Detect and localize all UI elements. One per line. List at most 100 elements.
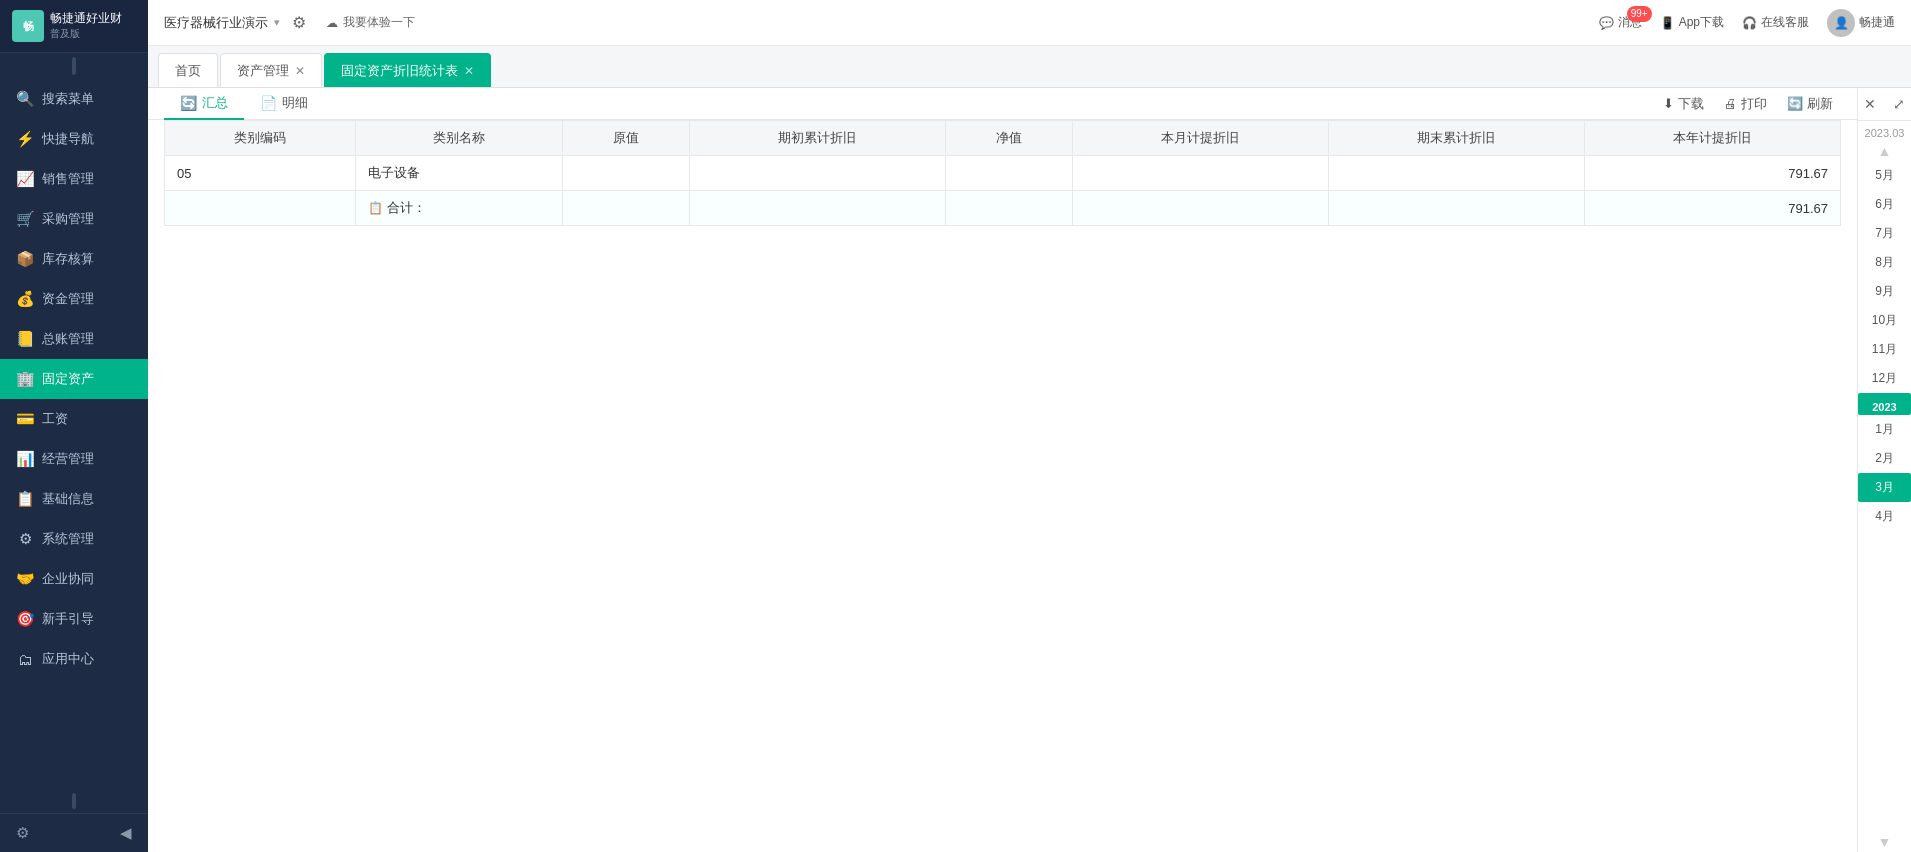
sidebar-item-ledger[interactable]: 📒 总账管理 — [0, 319, 148, 359]
subtotal-code — [165, 191, 356, 226]
sidebar-label-funds: 资金管理 — [42, 290, 94, 308]
collapse-icon[interactable]: ◀ — [120, 824, 132, 842]
funds-icon: 💰 — [16, 290, 34, 308]
subtotal-annual-dep: 791.67 — [1584, 191, 1840, 226]
subtab-toolbar-row: 🔄 汇总 📄 明细 ⬇ 下载 🖨 打印 — [148, 88, 1857, 120]
company-selector[interactable]: 医疗器械行业演示 ▾ — [164, 14, 280, 32]
tab-home-label: 首页 — [175, 62, 201, 80]
sidebar-item-sales[interactable]: 📈 销售管理 — [0, 159, 148, 199]
sidebar-label-guide: 新手引导 — [42, 610, 94, 628]
tab-depreciation-close[interactable]: ✕ — [464, 64, 474, 78]
sidebar-item-fixed-assets[interactable]: 🏢 固定资产 — [0, 359, 148, 399]
sidebar-item-basic-info[interactable]: 📋 基础信息 — [0, 479, 148, 519]
sidebar-menu: ⚡ 快捷导航 📈 销售管理 🛒 采购管理 📦 库存核算 💰 资金管理 📒 总账管… — [0, 119, 148, 789]
sidebar-item-sys-mgmt[interactable]: ⚙ 系统管理 — [0, 519, 148, 559]
tab-home[interactable]: 首页 — [158, 53, 218, 87]
print-button[interactable]: 🖨 打印 — [1716, 91, 1775, 117]
date-item-2023-3[interactable]: 3月 — [1858, 473, 1911, 502]
subtotal-text: 合计： — [387, 199, 426, 217]
row-beginning-dep — [689, 156, 945, 191]
enterprise-icon: 🤝 — [16, 570, 34, 588]
date-scroll-down-arrow[interactable]: ▼ — [1878, 832, 1892, 852]
app-download-icon: 📱 — [1660, 16, 1675, 30]
date-item-11[interactable]: 11月 — [1858, 335, 1911, 364]
basic-info-icon: 📋 — [16, 490, 34, 508]
table-wrapper: 类别编码 类别名称 原值 期初累计折旧 净值 本月计提折旧 期末累计折旧 本年计… — [148, 120, 1857, 852]
tab-depreciation[interactable]: 固定资产折旧统计表 ✕ — [324, 53, 491, 87]
experience-button[interactable]: ☁ 我要体验一下 — [326, 14, 415, 31]
sidebar-label-app-center: 应用中心 — [42, 650, 94, 668]
date-item-2023-4[interactable]: 4月 — [1858, 502, 1911, 531]
user-menu[interactable]: 👤 畅捷通 — [1827, 9, 1895, 37]
sidebar-item-purchase[interactable]: 🛒 采购管理 — [0, 199, 148, 239]
main-panel: 🔄 汇总 📄 明细 ⬇ 下载 🖨 打印 — [148, 88, 1857, 852]
download-label: 下载 — [1678, 95, 1704, 113]
topbar-settings-icon[interactable]: ⚙ — [292, 13, 306, 32]
table-row: 05 电子设备 791.67 — [165, 156, 1841, 191]
sidebar-item-guide[interactable]: 🎯 新手引导 — [0, 599, 148, 639]
subtab-detail[interactable]: 📄 明细 — [244, 88, 324, 120]
sidebar-logo-text: 畅捷通好业财 普及版 — [50, 11, 122, 41]
date-item-10[interactable]: 10月 — [1858, 306, 1911, 335]
date-item-2023-1[interactable]: 1月 — [1858, 415, 1911, 444]
guide-icon: 🎯 — [16, 610, 34, 628]
sidebar-search[interactable]: 🔍 搜索菜单 — [0, 79, 148, 119]
fixed-assets-icon: 🏢 — [16, 370, 34, 388]
messages-button[interactable]: 💬 消息 99+ — [1599, 14, 1642, 31]
sidebar-item-inventory[interactable]: 📦 库存核算 — [0, 239, 148, 279]
sidebar-item-salary[interactable]: 💳 工资 — [0, 399, 148, 439]
col-header-original-value: 原值 — [562, 121, 689, 156]
sidebar-label-salary: 工资 — [42, 410, 68, 428]
sidebar-label-quick-nav: 快捷导航 — [42, 130, 94, 148]
settings-icon[interactable]: ⚙ — [16, 824, 29, 842]
row-monthly-dep — [1072, 156, 1328, 191]
company-dropdown-arrow: ▾ — [274, 16, 280, 29]
sidebar-scrollbar-bottom — [72, 793, 76, 809]
sidebar-label-operations: 经营管理 — [42, 450, 94, 468]
messages-badge: 99+ — [1627, 6, 1652, 22]
date-item-12[interactable]: 12月 — [1858, 364, 1911, 393]
col-header-code: 类别编码 — [165, 121, 356, 156]
tab-asset-mgmt[interactable]: 资产管理 ✕ — [220, 53, 322, 87]
col-header-ending-dep: 期末累计折旧 — [1328, 121, 1584, 156]
col-header-annual-dep: 本年计提折旧 — [1584, 121, 1840, 156]
date-item-5[interactable]: 5月 — [1858, 161, 1911, 190]
date-item-9[interactable]: 9月 — [1858, 277, 1911, 306]
inventory-icon: 📦 — [16, 250, 34, 268]
date-item-2023-2[interactable]: 2月 — [1858, 444, 1911, 473]
refresh-button[interactable]: 🔄 刷新 — [1779, 91, 1841, 117]
app-title: 畅捷通好业财 — [50, 11, 122, 27]
sidebar-scrollbar-thumb — [72, 57, 76, 75]
headset-icon: 🎧 — [1742, 16, 1757, 30]
row-original-value — [562, 156, 689, 191]
sidebar-item-funds[interactable]: 💰 资金管理 — [0, 279, 148, 319]
sidebar-item-app-center[interactable]: 🗂 应用中心 — [0, 639, 148, 679]
sidebar-item-enterprise[interactable]: 🤝 企业协同 — [0, 559, 148, 599]
sidebar-label-enterprise: 企业协同 — [42, 570, 94, 588]
search-label: 搜索菜单 — [42, 90, 94, 108]
subtab-summary[interactable]: 🔄 汇总 — [164, 88, 244, 120]
content-area: 🔄 汇总 📄 明细 ⬇ 下载 🖨 打印 — [148, 88, 1911, 852]
sidebar-item-operations[interactable]: 📊 经营管理 — [0, 439, 148, 479]
app-logo-icon: 畅 — [12, 10, 44, 42]
date-scroll-up-arrow[interactable]: ▲ — [1878, 141, 1892, 161]
sidebar-label-inventory: 库存核算 — [42, 250, 94, 268]
sales-icon: 📈 — [16, 170, 34, 188]
date-year-label: 2023.03 — [1858, 121, 1911, 141]
sidebar-logo: 畅 畅捷通好业财 普及版 — [0, 0, 148, 53]
download-button[interactable]: ⬇ 下载 — [1655, 91, 1712, 117]
row-annual-dep: 791.67 — [1584, 156, 1840, 191]
subtab-summary-label: 汇总 — [202, 94, 228, 112]
date-item-8[interactable]: 8月 — [1858, 248, 1911, 277]
refresh-icon: 🔄 — [1787, 96, 1803, 111]
date-panel-close-icon[interactable]: ✕ — [1864, 96, 1876, 112]
sidebar-bottom: ⚙ ◀ — [0, 813, 148, 852]
date-panel-expand-icon[interactable]: ⤢ — [1893, 96, 1905, 112]
app-download-button[interactable]: 📱 App下载 — [1660, 14, 1724, 31]
tab-asset-mgmt-close[interactable]: ✕ — [295, 64, 305, 78]
online-service-button[interactable]: 🎧 在线客服 — [1742, 14, 1809, 31]
tabbar: 首页 资产管理 ✕ 固定资产折旧统计表 ✕ — [148, 46, 1911, 88]
sidebar-item-quick-nav[interactable]: ⚡ 快捷导航 — [0, 119, 148, 159]
date-item-6[interactable]: 6月 — [1858, 190, 1911, 219]
date-item-7[interactable]: 7月 — [1858, 219, 1911, 248]
